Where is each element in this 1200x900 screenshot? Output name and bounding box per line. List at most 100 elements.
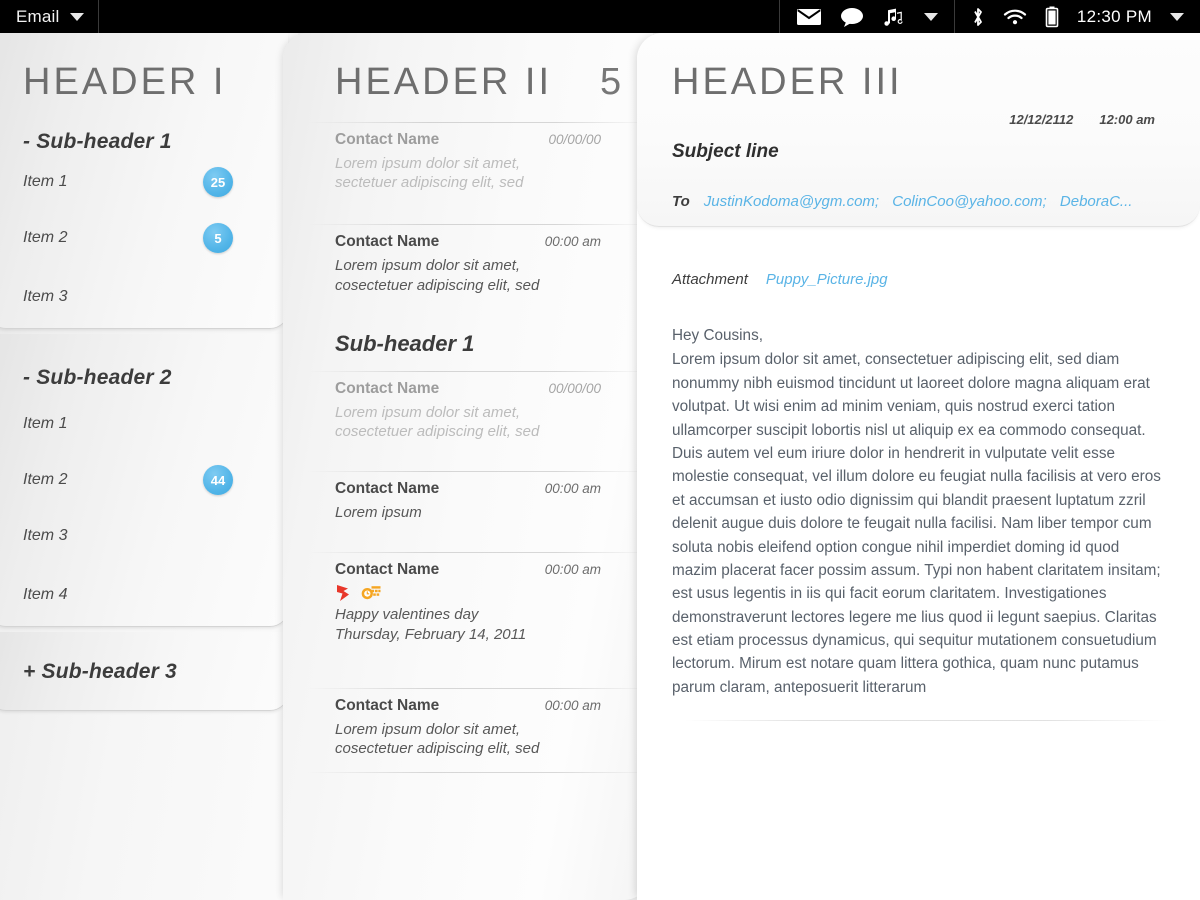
status-badge: 25 <box>203 167 233 197</box>
message-snippet: Lorem ipsum dolor sit amet, sectetuer ad… <box>335 155 524 192</box>
mail-header-card: HEADER III 12/12/2112 12:00 am Subject l… <box>637 33 1200 227</box>
sidebar-item-label: Item 2 <box>23 229 68 246</box>
message-list-subheader[interactable]: Sub-header 1 <box>283 309 653 371</box>
chat-bubble-icon[interactable] <box>840 7 864 27</box>
sidebar-item-label: Item 4 <box>23 586 68 603</box>
sidebar-card-group-2: - Sub-header 2 Item 1 Item 2 44 Item 3 I… <box>0 334 288 627</box>
alarm-clock-icon <box>361 584 381 602</box>
recipient-link[interactable]: JustinKodoma@ygm.com; <box>704 193 879 210</box>
message-header-row: Contact Name 00:00 am <box>335 480 601 498</box>
message-timestamp: 00:00 am <box>544 234 601 250</box>
message-count: 5 <box>600 61 622 103</box>
status-badge: 44 <box>203 465 233 495</box>
message-header-row: Contact Name 00:00 am <box>335 561 601 579</box>
message-snippet: Lorem ipsum <box>335 504 422 522</box>
sidebar-subheader-3[interactable]: + Sub-header 3 <box>0 632 288 710</box>
contact-name: Contact Name <box>335 131 440 148</box>
message-header-row: Contact Name 00/00/00 <box>335 131 601 149</box>
message-list-panel: HEADER II 5 Contact Name 00/00/00 Lorem … <box>283 33 653 900</box>
message-timestamp: 00:00 am <box>544 697 601 713</box>
to-label: To <box>672 193 690 210</box>
mail-meta: 12/12/2112 12:00 am <box>637 104 1200 127</box>
mail-body-text: Lorem ipsum dolor sit amet, consectetuer… <box>672 351 1161 696</box>
mail-greeting: Hey Cousins, <box>672 327 763 344</box>
message-snippet: Lorem ipsum dolor sit amet, cosectetuer … <box>335 403 540 440</box>
page-title-header-i: HEADER I <box>23 61 227 103</box>
sidebar-item-label: Item 1 <box>23 173 68 190</box>
recipient-link[interactable]: ColinCoo@yahoo.com; <box>892 193 1046 210</box>
attachment-link[interactable]: Puppy_Picture.jpg <box>766 271 888 288</box>
status-bar: Email 12:30 PM <box>0 0 1200 33</box>
message-snippet: Happy valentines day Thursday, February … <box>335 606 527 643</box>
sidebar-item[interactable]: Item 3 <box>0 508 288 564</box>
message-list: Contact Name 00/00/00 Lorem ipsum dolor … <box>283 104 653 780</box>
message-flags <box>335 583 601 603</box>
email-app-window: Email 12:30 PM HEADER I - Sub-header 1 I… <box>0 0 1200 900</box>
chevron-down-icon[interactable] <box>69 12 84 21</box>
status-system-group: 12:30 PM <box>953 0 1200 33</box>
music-note-icon[interactable] <box>882 7 906 27</box>
wifi-icon[interactable] <box>1003 8 1027 26</box>
mail-icon[interactable] <box>796 8 822 26</box>
app-menu-label: Email <box>16 6 60 26</box>
app-menu-button[interactable]: Email <box>0 0 99 33</box>
contact-name: Contact Name <box>335 480 440 498</box>
message-list-item[interactable]: Contact Name 00/00/00 Lorem ipsum dolor … <box>283 370 653 455</box>
mail-body: Hey Cousins, Lorem ipsum dolor sit amet,… <box>637 288 1200 721</box>
attachment-label: Attachment <box>672 271 748 288</box>
message-timestamp: 00/00/00 <box>548 380 601 396</box>
message-list-header: HEADER II 5 <box>283 33 653 104</box>
recipients-row: To JustinKodoma@ygm.com; ColinCoo@yahoo.… <box>637 163 1200 210</box>
message-list-item[interactable]: Contact Name 00/00/00 Lorem ipsum dolor … <box>283 122 653 206</box>
bluetooth-icon[interactable] <box>971 6 985 28</box>
message-list-item[interactable]: Contact Name 00:00 am Lorem ipsum <box>283 471 653 536</box>
sidebar-item-label: Item 3 <box>23 527 68 544</box>
sidebar-item[interactable]: Item 4 <box>0 564 288 626</box>
sidebar-subheader-1[interactable]: - Sub-header 1 <box>0 104 288 154</box>
chevron-down-icon[interactable] <box>923 12 938 21</box>
sidebar-subheader-2[interactable]: - Sub-header 2 <box>0 334 288 390</box>
sidebar-item[interactable]: Item 1 <box>0 396 288 452</box>
status-notifications-group <box>778 0 954 33</box>
message-timestamp: 00:00 am <box>544 562 601 578</box>
sidebar-item[interactable]: Item 2 44 <box>0 452 288 508</box>
message-list-item[interactable]: Contact Name 00:00 am Lorem ipsum dolor … <box>283 687 653 772</box>
mail-body-divider <box>685 720 1168 721</box>
message-header-row: Contact Name 00:00 am <box>335 233 601 251</box>
sidebar-item[interactable]: Item 3 <box>0 266 288 328</box>
sidebar-item-label: Item 1 <box>23 415 68 432</box>
clock-time: 12:30 PM <box>1076 6 1152 26</box>
mail-date: 12/12/2112 <box>1009 112 1074 127</box>
message-header-row: Contact Name 00:00 am <box>335 697 601 715</box>
message-snippet: Lorem ipsum dolor sit amet, cosectetuer … <box>335 257 540 294</box>
subject-line: Subject line <box>672 141 779 162</box>
recipient-link[interactable]: DeboraC... <box>1060 193 1133 210</box>
sidebar-item[interactable]: Item 1 25 <box>0 154 288 210</box>
mail-time: 12:00 am <box>1099 112 1155 127</box>
message-snippet: Lorem ipsum dolor sit amet, cosectetuer … <box>335 720 540 757</box>
contact-name: Contact Name <box>335 561 440 579</box>
message-header-row: Contact Name 00/00/00 <box>335 380 601 398</box>
message-reader-panel: HEADER III 12/12/2112 12:00 am Subject l… <box>637 33 1200 900</box>
sidebar-item[interactable]: Item 2 5 <box>0 210 288 266</box>
sidebar-item-label: Item 3 <box>23 288 68 305</box>
page-title-header-ii: HEADER II <box>335 61 553 103</box>
message-list-item[interactable]: Contact Name 00:00 am Happy valentines d… <box>283 552 653 657</box>
message-list-item[interactable]: Contact Name 00:00 am Lorem ipsum dolor … <box>283 224 653 308</box>
chevron-down-icon[interactable] <box>1170 12 1184 21</box>
message-timestamp: 00:00 am <box>544 481 601 497</box>
status-badge: 5 <box>203 223 233 253</box>
battery-icon[interactable] <box>1045 6 1059 28</box>
contact-name: Contact Name <box>335 379 440 397</box>
contact-name: Contact Name <box>335 696 440 714</box>
sidebar-panel: HEADER I - Sub-header 1 Item 1 25 Item 2… <box>0 33 298 900</box>
sidebar-item-label: Item 2 <box>23 471 68 488</box>
message-timestamp: 00/00/00 <box>548 132 601 147</box>
contact-name: Contact Name <box>335 233 440 251</box>
flag-icon <box>335 584 351 602</box>
sidebar-card-group-1: HEADER I - Sub-header 1 Item 1 25 Item 2… <box>0 33 288 329</box>
sidebar-card-group-3[interactable]: + Sub-header 3 <box>0 632 288 711</box>
page-title-header-iii: HEADER III <box>672 61 903 103</box>
message-list-end-divider <box>283 772 653 780</box>
attachment-row: Attachment Puppy_Picture.jpg <box>637 227 1200 288</box>
